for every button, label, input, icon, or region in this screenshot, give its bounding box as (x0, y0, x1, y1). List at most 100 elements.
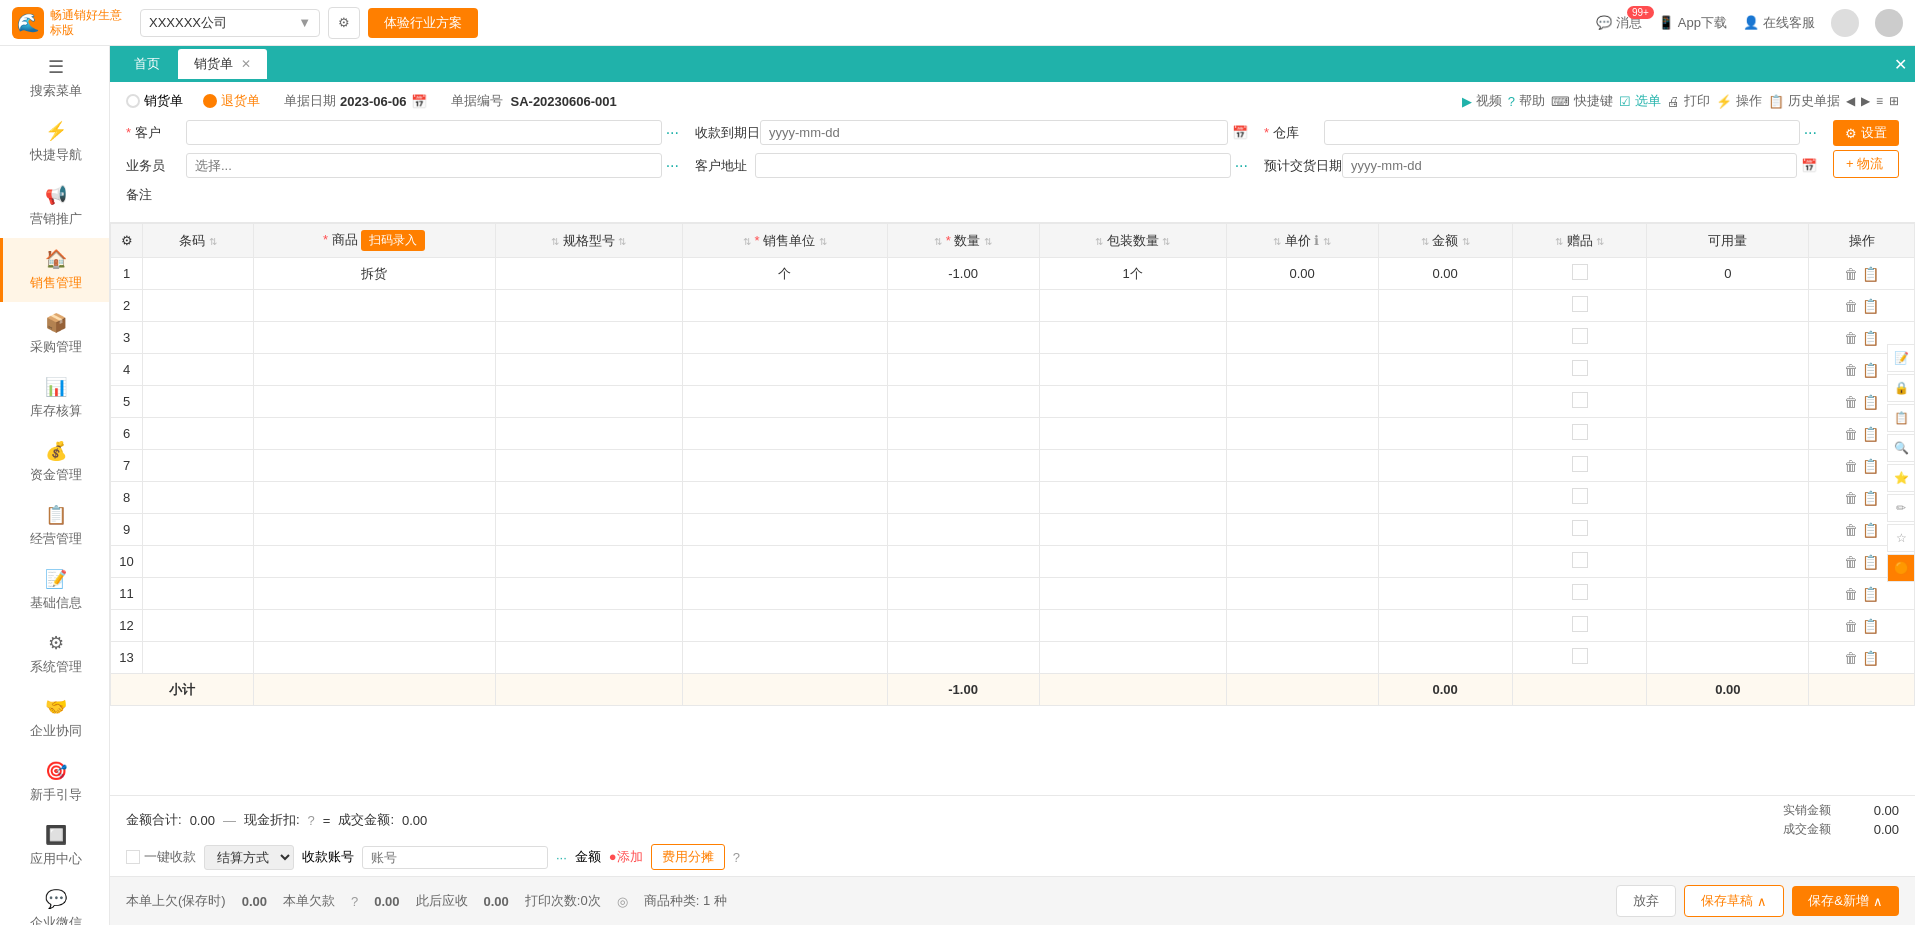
r4-gift-checkbox[interactable] (1572, 360, 1588, 376)
settings-gear-btn[interactable]: ⚙ (328, 7, 360, 39)
r13-copy[interactable]: 📋 (1862, 650, 1879, 666)
r7-delete[interactable]: 🗑 (1844, 458, 1858, 474)
sort-pack-icon[interactable]: ⇅ (1095, 236, 1103, 247)
sort-spec-icon[interactable]: ⇅ (551, 236, 559, 247)
online-service-btn[interactable]: 👤 在线客服 (1743, 14, 1815, 32)
r2-spec[interactable] (495, 290, 682, 322)
row1-delete-btn[interactable]: 🗑 (1844, 266, 1858, 282)
customer-ellipsis-btn[interactable]: ··· (666, 124, 679, 142)
sidebar-item-marketing[interactable]: 📢 营销推广 (0, 174, 109, 238)
tab-sales-order[interactable]: 销货单 ✕ (178, 49, 267, 79)
sidebar-item-basic[interactable]: 📝 基础信息 (0, 558, 109, 622)
sidebar-item-shortcut[interactable]: ⚡ 快捷导航 (0, 110, 109, 174)
sort-unit-icon[interactable]: ⇅ (743, 236, 751, 247)
r10-gift-checkbox[interactable] (1572, 552, 1588, 568)
add-btn[interactable]: ●添加 (609, 848, 643, 866)
operate-btn[interactable]: ⚡ 操作 (1716, 92, 1762, 110)
sort-spec-icon2[interactable]: ⇅ (618, 236, 626, 247)
float-btn-2[interactable]: 🔒 (1887, 374, 1915, 402)
print-btn[interactable]: 🖨 打印 (1667, 92, 1710, 110)
r2-unit[interactable] (682, 290, 887, 322)
fee-info-icon[interactable]: ? (733, 850, 740, 865)
close-window-icon[interactable]: ✕ (1894, 55, 1907, 74)
row1-gift[interactable] (1512, 258, 1646, 290)
r2-gift-checkbox[interactable] (1572, 296, 1588, 312)
row1-spec[interactable] (495, 258, 682, 290)
one-click-payment-btn[interactable]: 一键收款 (126, 848, 196, 866)
r5-copy[interactable]: 📋 (1862, 394, 1879, 410)
sidebar-item-apps[interactable]: 🔲 应用中心 (0, 814, 109, 878)
shortcut-key-btn[interactable]: ⌨ 快捷键 (1551, 92, 1613, 110)
sort-qty-icon2[interactable]: ⇅ (984, 236, 992, 247)
row1-product[interactable]: 拆货 (253, 258, 495, 290)
row1-amount[interactable]: 0.00 (1378, 258, 1512, 290)
calc-method-select[interactable]: 结算方式 (204, 845, 294, 870)
fee-split-btn[interactable]: 费用分摊 (651, 844, 725, 870)
expected-calendar-icon[interactable]: 📅 (1801, 158, 1817, 173)
r2-gift[interactable] (1512, 290, 1646, 322)
customer-input[interactable] (186, 120, 662, 145)
r13-delete[interactable]: 🗑 (1844, 650, 1858, 666)
ellipsis-btn[interactable]: ··· (556, 850, 567, 865)
sort-barcode-icon[interactable]: ⇅ (209, 236, 217, 247)
sort-amount-icon[interactable]: ⇅ (1421, 236, 1429, 247)
sort-price-icon[interactable]: ⇅ (1273, 236, 1281, 247)
r6-gift-checkbox[interactable] (1572, 424, 1588, 440)
r2-amount[interactable] (1378, 290, 1512, 322)
r12-gift-checkbox[interactable] (1572, 616, 1588, 632)
discount-info-icon[interactable]: ? (308, 813, 315, 828)
sort-gift-icon[interactable]: ⇅ (1555, 236, 1563, 247)
addr-ellipsis-btn[interactable]: ··· (1235, 157, 1248, 175)
r10-copy[interactable]: 📋 (1862, 554, 1879, 570)
customer-addr-input[interactable] (755, 153, 1231, 178)
user-avatar[interactable] (1831, 9, 1859, 37)
r2-copy[interactable]: 📋 (1862, 298, 1879, 314)
user-avatar2[interactable] (1875, 9, 1903, 37)
nav-prev-btn[interactable]: ◀ (1846, 94, 1855, 108)
payment-date-input[interactable] (760, 120, 1228, 145)
warehouse-input[interactable]: 建材仓 (1324, 120, 1800, 145)
tab-home[interactable]: 首页 (118, 49, 176, 79)
sidebar-item-search[interactable]: ☰ 搜索菜单 (0, 46, 109, 110)
r2-pack[interactable] (1039, 290, 1226, 322)
r2-barcode[interactable] (143, 290, 254, 322)
salesperson-ellipsis-btn[interactable]: ··· (666, 157, 679, 175)
r3-copy[interactable]: 📋 (1862, 330, 1879, 346)
sort-amount-icon2[interactable]: ⇅ (1462, 236, 1470, 247)
nav-next-btn[interactable]: ▶ (1861, 94, 1870, 108)
sidebar-item-system[interactable]: ⚙ 系统管理 (0, 622, 109, 686)
r10-delete[interactable]: 🗑 (1844, 554, 1858, 570)
float-btn-8[interactable]: 🟠 (1887, 554, 1915, 582)
expected-date-input[interactable] (1342, 153, 1797, 178)
radio-sales[interactable]: 销货单 (126, 92, 183, 110)
sort-price-icon2[interactable]: ⇅ (1323, 236, 1331, 247)
save-new-btn[interactable]: 保存&新增 ∧ (1792, 886, 1899, 916)
r9-gift-checkbox[interactable] (1572, 520, 1588, 536)
select-order-btn[interactable]: ☑ 选单 (1619, 92, 1661, 110)
sidebar-item-inventory[interactable]: 📊 库存核算 (0, 366, 109, 430)
r8-gift-checkbox[interactable] (1572, 488, 1588, 504)
sort-unit-icon2[interactable]: ⇅ (819, 236, 827, 247)
sidebar-item-sales[interactable]: 🏠 销售管理 (0, 238, 109, 302)
r5-delete[interactable]: 🗑 (1844, 394, 1858, 410)
view-grid-btn[interactable]: ⊞ (1889, 94, 1899, 108)
r11-gift-checkbox[interactable] (1572, 584, 1588, 600)
row1-pack-qty[interactable]: 1个 (1039, 258, 1226, 290)
r9-copy[interactable]: 📋 (1862, 522, 1879, 538)
trial-btn[interactable]: 体验行业方案 (368, 8, 478, 38)
sidebar-item-operations[interactable]: 📋 经营管理 (0, 494, 109, 558)
save-draft-btn[interactable]: 保存草稿 ∧ (1684, 885, 1784, 917)
float-btn-3[interactable]: 📋 (1887, 404, 1915, 432)
radio-return[interactable]: 退货单 (203, 92, 260, 110)
r5-gift-checkbox[interactable] (1572, 392, 1588, 408)
r11-copy[interactable]: 📋 (1862, 586, 1879, 602)
r6-copy[interactable]: 📋 (1862, 426, 1879, 442)
sidebar-item-guide[interactable]: 🎯 新手引导 (0, 750, 109, 814)
settings-btn[interactable]: ⚙ 设置 (1833, 120, 1899, 146)
r4-copy[interactable]: 📋 (1862, 362, 1879, 378)
row1-gift-checkbox[interactable] (1572, 264, 1588, 280)
sidebar-item-finance[interactable]: 💰 资金管理 (0, 430, 109, 494)
r2-qty[interactable] (887, 290, 1039, 322)
sidebar-item-wechat[interactable]: 💬 企业微信 (0, 878, 109, 925)
scan-btn[interactable]: 扫码录入 (361, 230, 425, 251)
